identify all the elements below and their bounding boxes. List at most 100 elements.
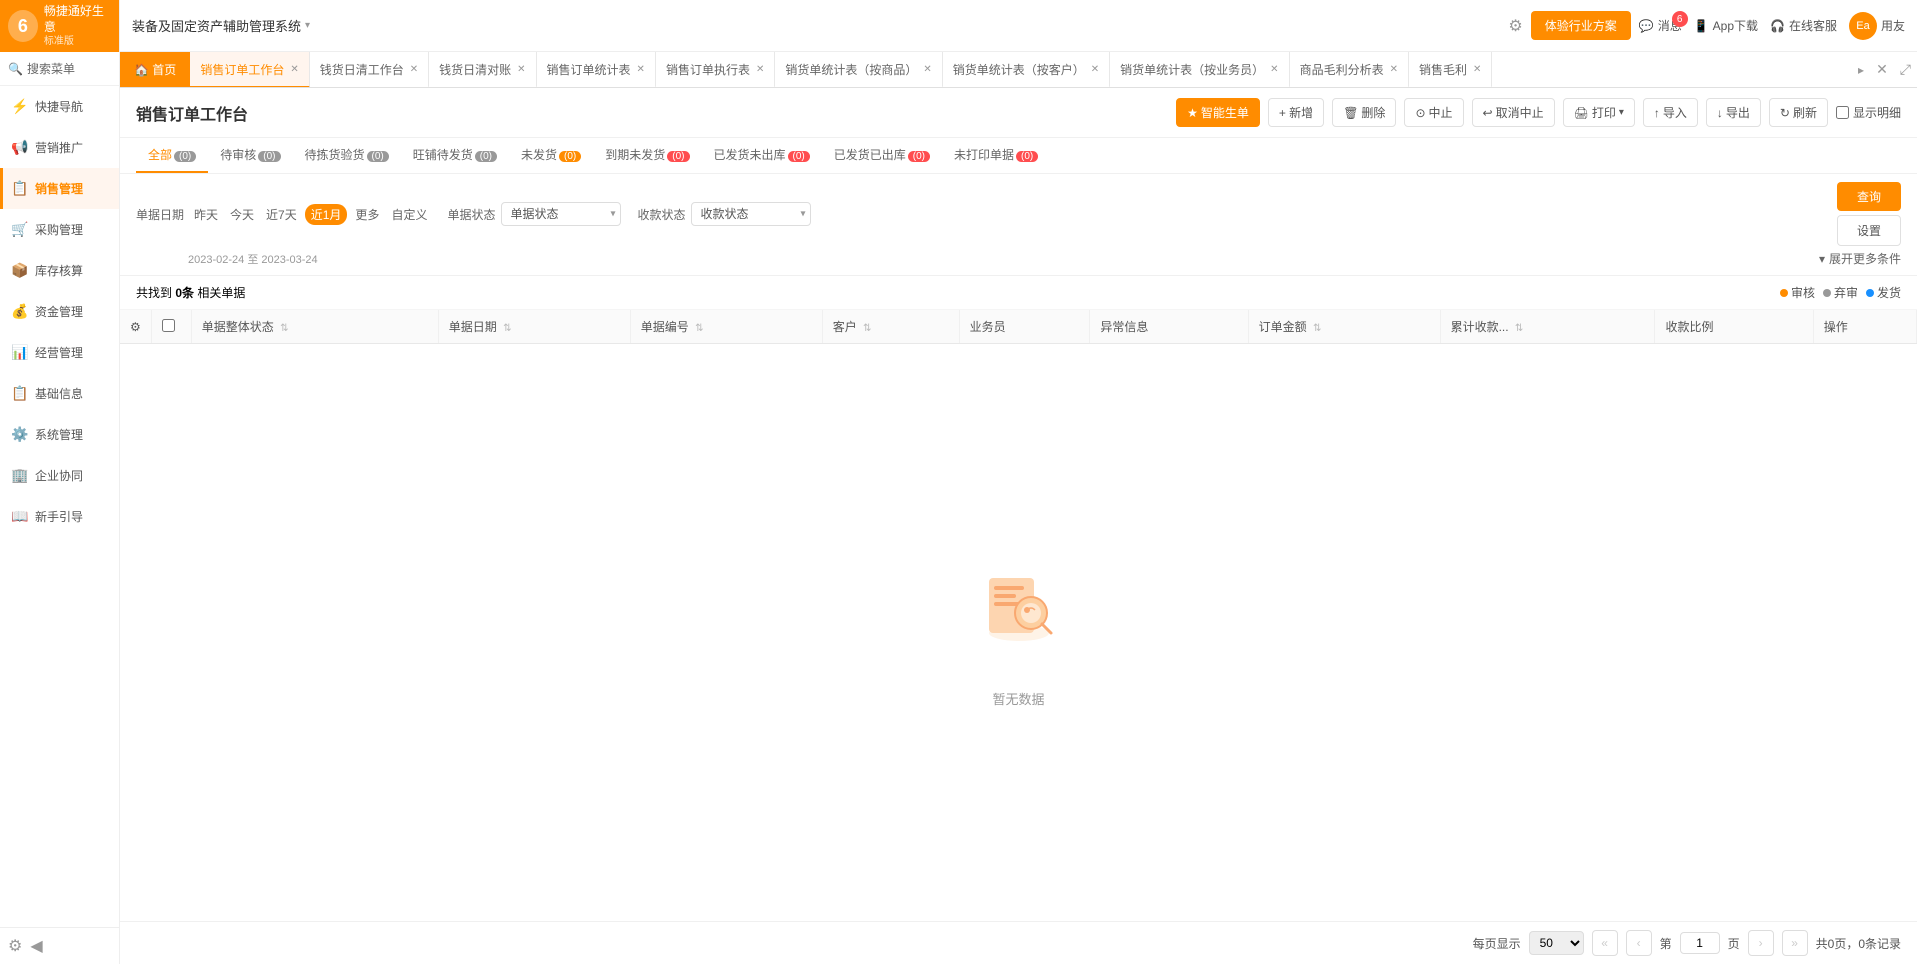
date-opt-近7天[interactable]: 近7天 (262, 204, 301, 225)
sort-amount-icon[interactable]: ⇅ (1313, 323, 1321, 334)
page-input[interactable] (1680, 932, 1720, 954)
sidebar-item-operation[interactable]: 📊经营管理 (0, 332, 119, 373)
tab-cash_daily[interactable]: 钱货日清工作台✕ (310, 52, 429, 87)
sidebar-item-label: 库存核算 (35, 262, 83, 279)
batch-ship-btn[interactable]: 发货 (1866, 284, 1901, 301)
date-opt-近1月[interactable]: 近1月 (305, 204, 348, 225)
tab-goods_stat_product[interactable]: 销货单统计表（按商品）✕ (775, 52, 942, 87)
subtab-pending_review[interactable]: 待审核(0) (208, 138, 292, 173)
tab-close-btn[interactable]: ✕ (517, 64, 525, 75)
tab-sales_stat[interactable]: 销售订单统计表✕ (537, 52, 656, 87)
status-select[interactable]: 单据状态 (501, 202, 621, 226)
export-btn[interactable]: ↓ 导出 (1706, 98, 1761, 127)
show-detail-checkbox[interactable]: 显示明细 (1836, 104, 1901, 121)
query-btn[interactable]: 查询 (1837, 182, 1901, 211)
prev-page-btn[interactable]: ‹ (1626, 930, 1652, 956)
subtab-shipped_out[interactable]: 已发货已出库(0) (822, 138, 942, 173)
sidebar-item-guide[interactable]: 📖新手引导 (0, 496, 119, 537)
tab-close-btn[interactable]: ✕ (1091, 64, 1099, 75)
tab-close-btn[interactable]: ✕ (290, 64, 298, 75)
last-page-btn[interactable]: » (1782, 930, 1808, 956)
col-settings[interactable]: ⚙ (120, 310, 151, 344)
col-checkbox[interactable] (151, 310, 191, 344)
refresh-btn[interactable]: ↻ 刷新 (1769, 98, 1828, 127)
online-service-btn[interactable]: 🎧 在线客服 (1770, 17, 1837, 34)
smart-generate-btn[interactable]: ★ 智能生单 (1176, 98, 1260, 127)
tab-close-btn[interactable]: ✕ (923, 64, 931, 75)
sidebar-item-purchase[interactable]: 🛒采购管理 (0, 209, 119, 250)
subtab-all[interactable]: 全部(0) (136, 138, 208, 173)
subtab-wangpu_pending[interactable]: 旺铺待发货(0) (401, 138, 509, 173)
date-opt-自定义[interactable]: 自定义 (387, 204, 431, 225)
tab-gross_margin[interactable]: 商品毛利分析表✕ (1290, 52, 1409, 87)
topbar-gear-icon[interactable]: ⚙ (1508, 16, 1522, 36)
subtab-pending_inspect[interactable]: 待拣货验货(0) (293, 138, 401, 173)
print-btn[interactable]: 🖨 打印 ▾ (1563, 98, 1635, 127)
avatar: Ea (1849, 12, 1877, 40)
batch-cancel-review-btn[interactable]: 弃审 (1823, 284, 1858, 301)
tab-sales_profit[interactable]: 销售毛利✕ (1409, 52, 1492, 87)
sidebar-item-marketing[interactable]: 📢营销推广 (0, 127, 119, 168)
tab-more-btn[interactable]: ▸ (1852, 52, 1870, 87)
tab-expand-btn[interactable]: ⤢ (1894, 52, 1917, 87)
subtab-expired_not_shipped[interactable]: 到期未发货(0) (593, 138, 701, 173)
sort-number-icon[interactable]: ⇅ (695, 323, 703, 334)
sort-customer-icon[interactable]: ⇅ (863, 323, 871, 334)
user-avatar[interactable]: Ea 用友 (1849, 12, 1905, 40)
tab-close-btn[interactable]: ✕ (410, 64, 418, 75)
sidebar-item-finance[interactable]: 💰资金管理 (0, 291, 119, 332)
first-page-btn[interactable]: « (1592, 930, 1618, 956)
tab-close-btn[interactable]: ✕ (1390, 64, 1398, 75)
tab-goods_stat_salesperson[interactable]: 销货单统计表（按业务员）✕ (1110, 52, 1289, 87)
expand-filter-btn[interactable]: ▾ 展开更多条件 (1819, 250, 1901, 267)
import-btn[interactable]: ↑ 导入 (1643, 98, 1698, 127)
batch-review-btn[interactable]: 审核 (1780, 284, 1815, 301)
delete-btn[interactable]: 🗑 删除 (1332, 98, 1396, 127)
tab-sales_workbench[interactable]: 销售订单工作台✕ (190, 52, 309, 87)
cancel-stop-btn[interactable]: ↩ 取消中止 (1472, 98, 1555, 127)
tab-close-btn[interactable]: ✕ (1270, 64, 1278, 75)
tab-close-btn[interactable]: ✕ (1473, 64, 1481, 75)
search-menu[interactable]: 🔍 搜索菜单 (0, 52, 119, 86)
sidebar-item-label: 系统管理 (35, 426, 83, 443)
subtab-shipped_not_out[interactable]: 已发货未出库(0) (702, 138, 822, 173)
show-detail-input[interactable] (1836, 106, 1849, 119)
subtab-not_printed[interactable]: 未打印单据(0) (942, 138, 1050, 173)
sort-status-icon[interactable]: ⇅ (280, 323, 288, 334)
stop-btn[interactable]: ⊙ 中止 (1404, 98, 1463, 127)
topbar-dropdown-icon[interactable]: ▾ (305, 20, 310, 31)
filter-settings-btn[interactable]: 设置 (1837, 215, 1901, 246)
select-all-checkbox[interactable] (162, 319, 175, 332)
per-page-select[interactable]: 50 10 20 100 (1529, 931, 1584, 955)
next-page-btn[interactable]: › (1748, 930, 1774, 956)
tab-goods_stat_customer[interactable]: 销货单统计表（按客户）✕ (943, 52, 1110, 87)
tab-close-btn[interactable]: ✕ (756, 64, 764, 75)
sidebar-item-system[interactable]: ⚙️系统管理 (0, 414, 119, 455)
sidebar-item-quick[interactable]: ⚡快捷导航 (0, 86, 119, 127)
tab-close-all-btn[interactable]: ✕ (1870, 52, 1894, 87)
total-text: 共0页，0条记录 (1816, 935, 1901, 952)
tab-sales_exec[interactable]: 销售订单执行表✕ (656, 52, 775, 87)
date-opt-昨天[interactable]: 昨天 (190, 204, 222, 225)
date-opt-更多[interactable]: 更多 (351, 204, 383, 225)
collapse-icon[interactable]: ◀ (30, 936, 42, 956)
sidebar-item-enterprise[interactable]: 🏢企业协同 (0, 455, 119, 496)
message-btn[interactable]: 💬 消息 6 (1639, 17, 1682, 34)
payment-select[interactable]: 收款状态 (691, 202, 811, 226)
sidebar-item-basic[interactable]: 📋基础信息 (0, 373, 119, 414)
tab-home[interactable]: 🏠 首页 (120, 52, 190, 87)
tab-close-btn[interactable]: ✕ (637, 64, 645, 75)
tab-cash_reconcile[interactable]: 钱货日清对账✕ (429, 52, 536, 87)
delete-icon: 🗑 (1343, 106, 1358, 120)
date-opt-今天[interactable]: 今天 (226, 204, 258, 225)
sidebar-item-sales[interactable]: 📋销售管理 (0, 168, 119, 209)
settings-icon[interactable]: ⚙ (8, 936, 22, 956)
sort-date-icon[interactable]: ⇅ (503, 323, 511, 334)
sidebar-item-inventory[interactable]: 📦库存核算 (0, 250, 119, 291)
subtab-not_shipped[interactable]: 未发货(0) (509, 138, 593, 173)
sort-collected-icon[interactable]: ⇅ (1515, 323, 1523, 334)
industry-btn[interactable]: 体验行业方案 (1531, 11, 1631, 40)
new-btn[interactable]: + 新增 (1268, 98, 1324, 127)
app-download-btn[interactable]: 📱 App下载 (1694, 17, 1758, 34)
data-table: ⚙ 单据整体状态 ⇅ 单据日期 ⇅ 单据编号 ⇅ 客户 ⇅ 业务员 异常信息 订… (120, 310, 1917, 344)
